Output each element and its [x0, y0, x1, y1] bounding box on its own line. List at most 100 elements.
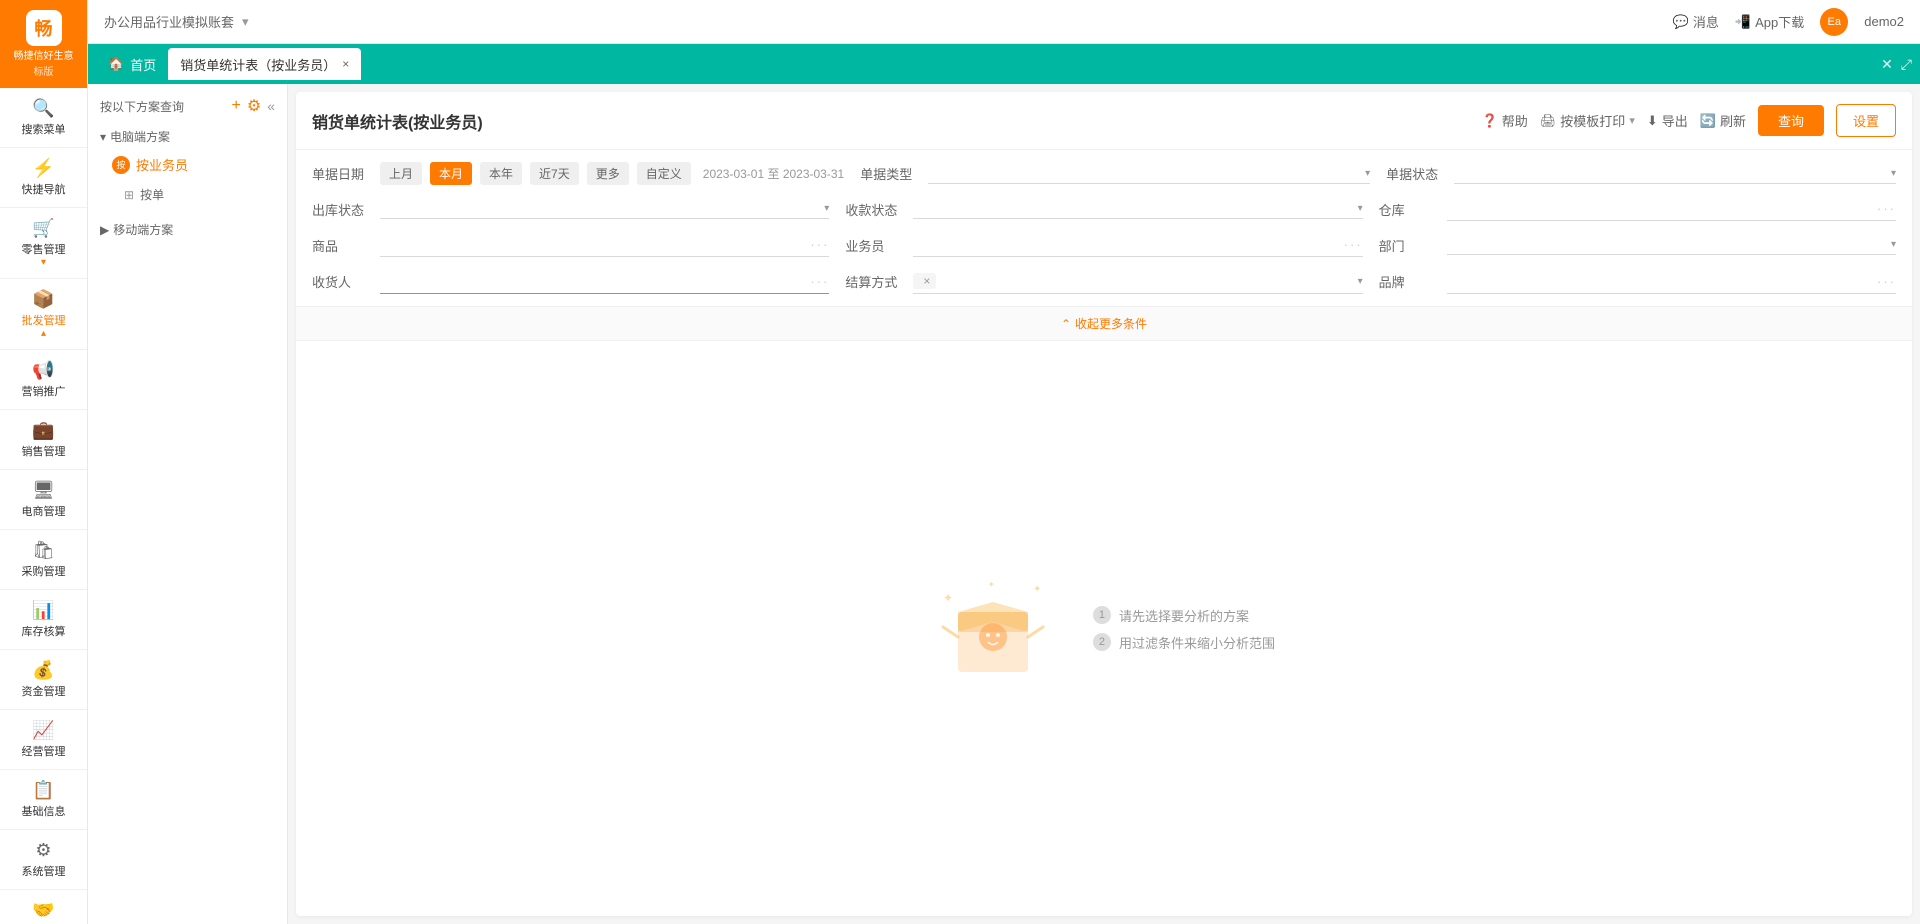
- warehouse-dots[interactable]: ···: [1877, 201, 1896, 216]
- print-icon: 🖨: [1540, 113, 1557, 129]
- brand-select[interactable]: ···: [1447, 270, 1896, 294]
- doc-status-select[interactable]: ▾: [1454, 164, 1896, 184]
- tab-restore-btn[interactable]: ⤢: [1901, 56, 1912, 73]
- sidebar-search[interactable]: 🔍 搜索菜单: [0, 88, 87, 148]
- brand-dots[interactable]: ···: [1877, 274, 1896, 289]
- receiver-dots[interactable]: ···: [810, 274, 829, 289]
- export-btn[interactable]: ⬇ 导出: [1647, 111, 1688, 130]
- filter-department: 部门 ▾: [1379, 235, 1896, 255]
- help-btn[interactable]: ❓ 帮助: [1482, 111, 1528, 130]
- goods-select[interactable]: ···: [380, 233, 829, 257]
- date-btn-custom[interactable]: 自定义: [637, 162, 691, 185]
- filter-brand: 品牌 ···: [1379, 270, 1896, 294]
- header-actions: 💬 消息 📲 App下载 Ea demo2: [1673, 8, 1904, 36]
- scheme-item-salesperson[interactable]: 按 按业务员: [88, 149, 287, 180]
- date-btn-lastmonth[interactable]: 上月: [380, 162, 422, 185]
- scheme-group-mobile-toggle[interactable]: ▶ 移动端方案: [88, 217, 287, 242]
- department-caret: ▾: [1891, 239, 1896, 250]
- sidebar-item-wholesale[interactable]: 📦 批发管理 ▴: [0, 279, 87, 350]
- goods-dots[interactable]: ···: [810, 237, 829, 252]
- collect-status-select[interactable]: ▾: [913, 199, 1362, 219]
- receiver-select[interactable]: ···: [380, 270, 829, 294]
- sidebar-item-quicknav[interactable]: ⚡ 快捷导航: [0, 148, 87, 208]
- scheme-sub-item-order[interactable]: ⊞ 按单: [88, 180, 287, 209]
- scheme-salesperson-label: 按业务员: [136, 155, 188, 174]
- tab-bar-actions: ✕ ⤢: [1881, 56, 1912, 73]
- sidebar-item-purchase[interactable]: 🛍 采购管理: [0, 530, 87, 590]
- page-title: 销货单统计表(按业务员): [312, 109, 483, 133]
- left-panel-header: 按以下方案查询 + ⚙ «: [88, 96, 287, 124]
- app-download-icon: 📲: [1735, 14, 1751, 30]
- sidebar-item-sales[interactable]: 💼 销售管理: [0, 410, 87, 470]
- doc-type-select[interactable]: ▾: [928, 164, 1370, 184]
- edit-scheme-btn[interactable]: ⚙: [247, 96, 261, 116]
- breadcrumb: 办公用品行业模拟账套 ▾: [104, 12, 249, 31]
- date-filter-controls: 上月 本月 本年 近7天 更多 自定义 2023-03-01 至 2023-03…: [380, 162, 844, 185]
- filter-salesperson: 业务员 ···: [845, 233, 1362, 257]
- app-logo[interactable]: 畅 畅捷信好生意 标版: [0, 0, 88, 88]
- salesperson-dots[interactable]: ···: [1344, 237, 1363, 252]
- warehouse-select[interactable]: ···: [1447, 197, 1896, 221]
- date-range-display: 2023-03-01 至 2023-03-31: [703, 165, 844, 182]
- payment-tag-remove-btn[interactable]: ×: [923, 274, 930, 288]
- date-btn-7days[interactable]: 近7天: [530, 162, 579, 185]
- sidebar-item-basic[interactable]: 📋 基础信息: [0, 770, 87, 830]
- out-status-caret: ▾: [824, 203, 829, 214]
- department-select[interactable]: ▾: [1447, 235, 1896, 255]
- wholesale-expand-icon: ▴: [41, 328, 46, 339]
- tab-home[interactable]: 🏠 首页: [96, 48, 168, 80]
- sidebar-inventory-label: 库存核算: [22, 623, 66, 639]
- app-download-btn[interactable]: 📲 App下载: [1735, 12, 1804, 31]
- collapse-chevron: ⌃: [1061, 317, 1071, 331]
- collapse-panel-btn[interactable]: «: [267, 98, 275, 114]
- receiver-label: 收货人: [312, 272, 372, 291]
- breadcrumb-dropdown-icon[interactable]: ▾: [242, 14, 249, 30]
- export-label: 导出: [1662, 111, 1688, 130]
- date-btn-thismonth[interactable]: 本月: [430, 162, 472, 185]
- basic-icon: 📋: [32, 780, 54, 801]
- help-label: 帮助: [1502, 111, 1528, 130]
- sidebar-item-operation[interactable]: 📈 经营管理: [0, 710, 87, 770]
- scheme-mobile-arrow: ▶: [100, 223, 109, 237]
- filter-goods: 商品 ···: [312, 233, 829, 257]
- doc-type-label: 单据类型: [860, 164, 920, 183]
- message-btn[interactable]: 💬 消息: [1673, 12, 1719, 31]
- date-btn-more[interactable]: 更多: [587, 162, 629, 185]
- query-button[interactable]: 查询: [1758, 105, 1824, 136]
- print-btn[interactable]: 🖨 按模板打印 ▾: [1540, 111, 1635, 130]
- collapse-bar[interactable]: ⌃ 收起更多条件: [296, 307, 1912, 341]
- add-scheme-btn[interactable]: +: [232, 97, 241, 115]
- sidebar-item-enterprise[interactable]: 🤝 企业协同: [0, 890, 87, 924]
- refresh-btn[interactable]: 🔄 刷新: [1700, 111, 1746, 130]
- sidebar-search-label: 搜索菜单: [22, 121, 66, 137]
- print-label: 按模板打印: [1560, 111, 1625, 130]
- sidebar-item-finance[interactable]: 💰 资金管理: [0, 650, 87, 710]
- tab-close-window-btn[interactable]: ✕: [1881, 56, 1893, 73]
- svg-text:✦: ✦: [988, 580, 995, 589]
- salesperson-select[interactable]: ···: [913, 233, 1362, 257]
- username[interactable]: demo2: [1864, 14, 1904, 29]
- sidebar-item-marketing[interactable]: 📢 营销推广: [0, 350, 87, 410]
- doc-status-label: 单据状态: [1386, 164, 1446, 183]
- scheme-group-mobile: ▶ 移动端方案: [88, 217, 287, 250]
- tab-close-icon[interactable]: ×: [342, 57, 349, 71]
- filter-receiver: 收货人 ···: [312, 270, 829, 294]
- home-icon: 🏠: [108, 56, 124, 72]
- sidebar-item-ecommerce[interactable]: 🖥 电商管理: [0, 470, 87, 530]
- sidebar-item-inventory[interactable]: 📊 库存核算: [0, 590, 87, 650]
- tab-active[interactable]: 销货单统计表（按业务员） ×: [168, 48, 361, 80]
- sidebar-ecommerce-label: 电商管理: [22, 503, 66, 519]
- app-name: 畅捷信好生意: [14, 50, 74, 63]
- avatar[interactable]: Ea: [1820, 8, 1848, 36]
- settings-button[interactable]: 设置: [1836, 104, 1896, 137]
- step2-text: 用过滤条件来缩小分析范围: [1119, 633, 1275, 652]
- left-panel-actions: + ⚙ «: [232, 96, 275, 116]
- out-status-label: 出库状态: [312, 200, 372, 219]
- payment-select[interactable]: × ▾: [913, 269, 1362, 294]
- out-status-select[interactable]: ▾: [380, 199, 829, 219]
- sidebar-item-system[interactable]: ⚙ 系统管理: [0, 830, 87, 890]
- date-btn-thisyear[interactable]: 本年: [480, 162, 522, 185]
- sidebar-item-retail[interactable]: 🛒 零售管理 ▾: [0, 208, 87, 279]
- sidebar-purchase-label: 采购管理: [22, 563, 66, 579]
- scheme-group-desktop-toggle[interactable]: ▾ 电脑端方案: [88, 124, 287, 149]
